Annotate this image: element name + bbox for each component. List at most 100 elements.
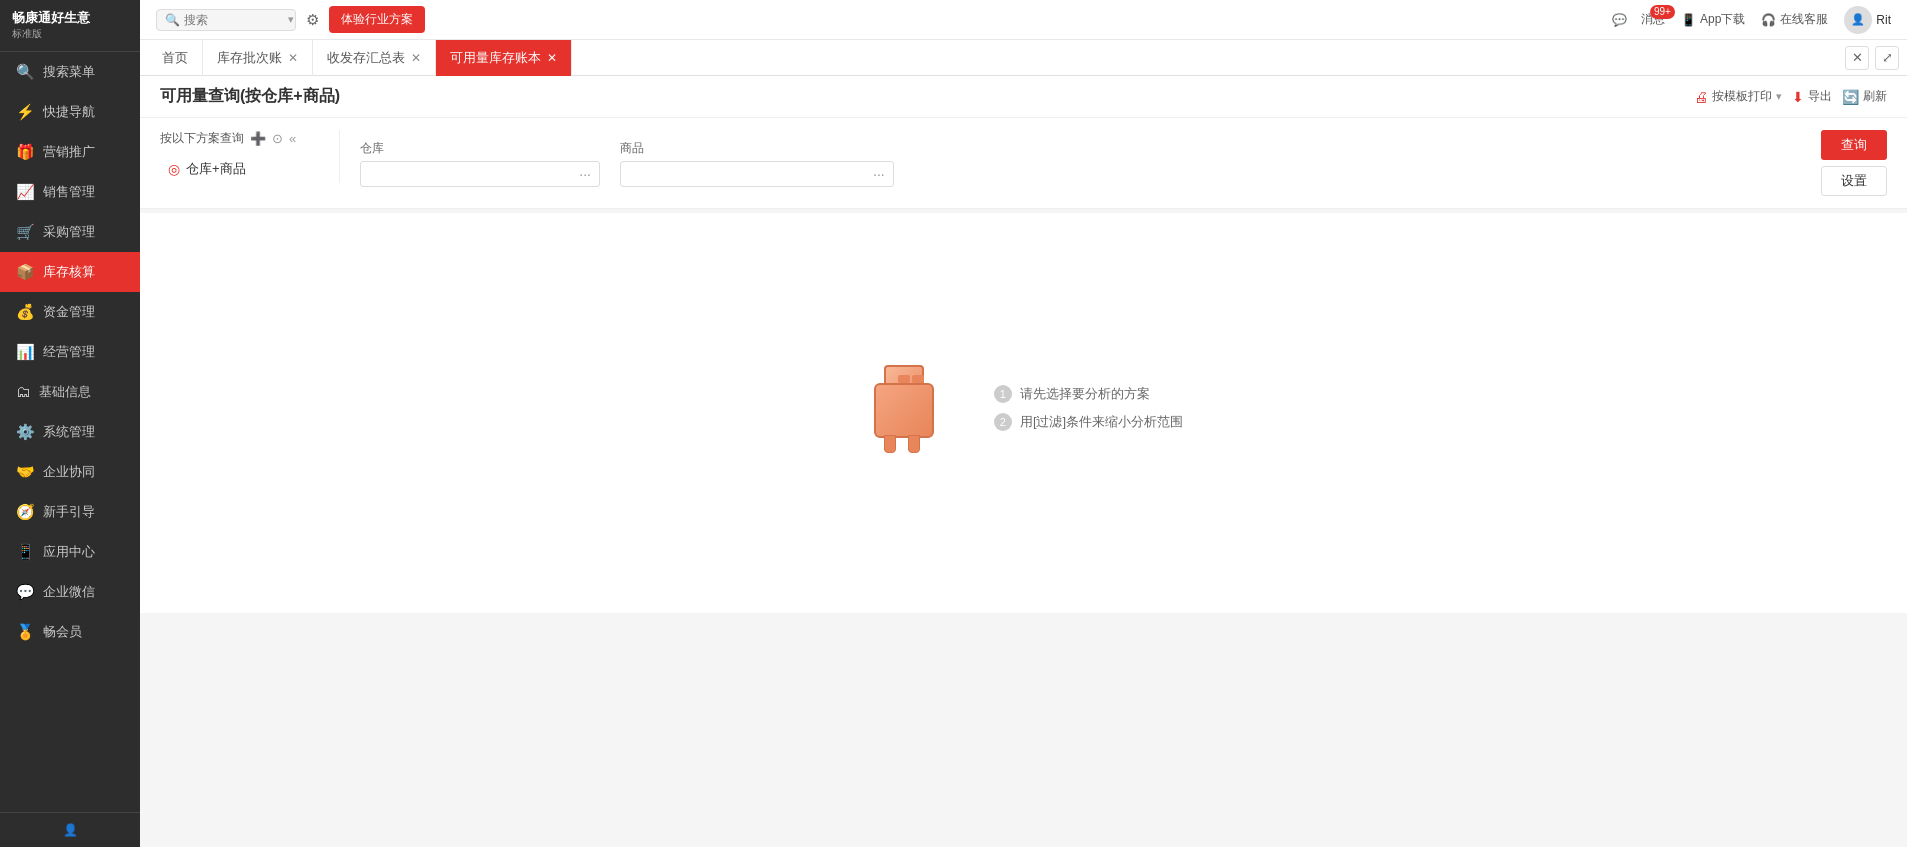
warehouse-filter-field: 仓库 ··· [360,140,600,187]
sidebar-item-marketing[interactable]: 🎁 营销推广 [0,132,140,172]
product-filter-field: 商品 ··· [620,140,894,187]
collapse-scheme-btn[interactable]: « [289,131,296,146]
app-name: 畅康通好生意 [12,10,128,27]
warehouse-label: 仓库 [360,140,600,157]
filter-action-btns: 查询 设置 [1821,130,1887,196]
sidebar-label-search: 搜索菜单 [43,63,95,81]
system-icon: ⚙️ [16,423,35,441]
sidebar-item-finance[interactable]: 💰 资金管理 [0,292,140,332]
tip-text-1: 请先选择要分析的方案 [1020,385,1150,403]
headset-icon: 🎧 [1761,13,1776,27]
sidebar-item-inventory[interactable]: 📦 库存核算 [0,252,140,292]
warehouse-input[interactable] [369,167,575,181]
sidebar-item-basic[interactable]: 🗂 基础信息 [0,372,140,412]
tab-available-qty-close[interactable]: ✕ [547,51,557,65]
page-header: 可用量查询(按仓库+商品) 🖨 按模板打印 ▾ ⬇ 导出 🔄 刷新 [140,76,1907,118]
tab-right-btns: ✕ ⤢ [1845,46,1899,70]
sidebar-label-finance: 资金管理 [43,303,95,321]
guide-icon: 🧭 [16,503,35,521]
robot-face [898,375,910,383]
sidebar-label-operation: 经营管理 [43,343,95,361]
dropdown-icon[interactable]: ▾ [288,13,294,26]
enterprise-icon: 🤝 [16,463,35,481]
robot-body [874,383,934,438]
sidebar-item-sales[interactable]: 📈 销售管理 [0,172,140,212]
app-download-label: App下载 [1700,11,1745,28]
tab-expand-btn[interactable]: ⤢ [1875,46,1899,70]
sidebar-item-search[interactable]: 🔍 搜索菜单 [0,52,140,92]
sidebar-label-inventory: 库存核算 [43,263,95,281]
sidebar-label-guide: 新手引导 [43,503,95,521]
sidebar-label-purchase: 采购管理 [43,223,95,241]
sidebar-nav: 🔍 搜索菜单 ⚡ 快捷导航 🎁 营销推广 📈 销售管理 🛒 采购管理 📦 库存核… [0,52,140,812]
sidebar-label-basic: 基础信息 [39,383,91,401]
sidebar-item-operation[interactable]: 📊 经营管理 [0,332,140,372]
product-input[interactable] [629,167,869,181]
sidebar-item-enterprise[interactable]: 🤝 企业协同 [0,452,140,492]
header-right: 💬 99+ 消息 📱 App下载 🎧 在线客服 👤 Rit [1612,6,1891,34]
finance-icon: 💰 [16,303,35,321]
tab-batch-account-close[interactable]: ✕ [288,51,298,65]
export-btn[interactable]: ⬇ 导出 [1792,88,1832,105]
empty-tip-1: 1 请先选择要分析的方案 [994,385,1183,403]
tab-close-window-btn[interactable]: ✕ [1845,46,1869,70]
sidebar-label-shortcut: 快捷导航 [43,103,95,121]
industry-btn[interactable]: 体验行业方案 [329,6,425,33]
sidebar-item-system[interactable]: ⚙️ 系统管理 [0,412,140,452]
sidebar-item-shortcut[interactable]: ⚡ 快捷导航 [0,92,140,132]
export-icon: ⬇ [1792,89,1804,105]
sidebar-label-enterprise: 企业协同 [43,463,95,481]
operation-icon: 📊 [16,343,35,361]
scheme-item-warehouse-product[interactable]: ◎ 仓库+商品 [160,155,323,183]
header-search-bar[interactable]: 🔍 ▾ [156,9,296,31]
print-btn[interactable]: 🖨 按模板打印 ▾ [1694,88,1782,105]
refresh-btn[interactable]: 🔄 刷新 [1842,88,1887,105]
print-dropdown-icon[interactable]: ▾ [1776,90,1782,103]
sidebar-item-appstore[interactable]: 📱 应用中心 [0,532,140,572]
product-input-box[interactable]: ··· [620,161,894,187]
sidebar-item-wechat[interactable]: 💬 企业微信 [0,572,140,612]
warehouse-input-box[interactable]: ··· [360,161,600,187]
refresh-label: 刷新 [1863,88,1887,105]
tip-text-2: 用[过滤]条件来缩小分析范围 [1020,413,1183,431]
export-label: 导出 [1808,88,1832,105]
sidebar-label-member: 畅会员 [43,623,82,641]
sidebar-bottom-icon: 👤 [63,823,78,837]
page-content: 可用量查询(按仓库+商品) 🖨 按模板打印 ▾ ⬇ 导出 🔄 刷新 [140,76,1907,847]
main-area: 🔍 ▾ ⚙ 体验行业方案 💬 99+ 消息 📱 App下载 🎧 在线客服 👤 [140,0,1907,847]
user-area[interactable]: 👤 Rit [1844,6,1891,34]
tab-receipt-summary-label: 收发存汇总表 [327,49,405,67]
page-header-actions: 🖨 按模板打印 ▾ ⬇ 导出 🔄 刷新 [1694,88,1887,105]
gear-icon[interactable]: ⚙ [306,11,319,29]
empty-state: 1 请先选择要分析的方案 2 用[过滤]条件来缩小分析范围 [140,213,1907,613]
sidebar-item-guide[interactable]: 🧭 新手引导 [0,492,140,532]
settings-btn[interactable]: 设置 [1821,166,1887,196]
query-btn[interactable]: 查询 [1821,130,1887,160]
sidebar: 畅康通好生意 标准版 🔍 搜索菜单 ⚡ 快捷导航 🎁 营销推广 📈 销售管理 🛒… [0,0,140,847]
add-scheme-btn[interactable]: ➕ [250,131,266,146]
tab-available-qty-label: 可用量库存账本 [450,49,541,67]
tab-receipt-summary[interactable]: 收发存汇总表 ✕ [313,40,436,76]
app-download-btn[interactable]: 📱 App下载 [1681,11,1745,28]
tip-num-1: 1 [994,385,1012,403]
tab-bar: 首页 库存批次账 ✕ 收发存汇总表 ✕ 可用量库存账本 ✕ ✕ ⤢ [140,40,1907,76]
empty-illustration [864,363,964,463]
product-more-btn[interactable]: ··· [873,166,885,182]
tab-available-qty[interactable]: 可用量库存账本 ✕ [436,40,572,76]
marketing-icon: 🎁 [16,143,35,161]
filter-scheme-panel: 按以下方案查询 ➕ ⊙ « ◎ 仓库+商品 [160,130,340,183]
top-header: 🔍 ▾ ⚙ 体验行业方案 💬 99+ 消息 📱 App下载 🎧 在线客服 👤 [140,0,1907,40]
tab-batch-account[interactable]: 库存批次账 ✕ [203,40,313,76]
sidebar-item-purchase[interactable]: 🛒 采购管理 [0,212,140,252]
online-support-btn[interactable]: 🎧 在线客服 [1761,11,1828,28]
tab-home[interactable]: 首页 [148,40,203,76]
filter-area: 按以下方案查询 ➕ ⊙ « ◎ 仓库+商品 仓库 ··· [140,118,1907,209]
warehouse-more-btn[interactable]: ··· [579,166,591,182]
avatar: 👤 [1844,6,1872,34]
empty-tips: 1 请先选择要分析的方案 2 用[过滤]条件来缩小分析范围 [994,385,1183,441]
messages-btn[interactable]: 💬 99+ 消息 [1612,11,1665,28]
tab-receipt-summary-close[interactable]: ✕ [411,51,421,65]
sidebar-item-member[interactable]: 🏅 畅会员 [0,612,140,652]
header-search-input[interactable] [184,13,284,27]
scheme-settings-btn[interactable]: ⊙ [272,131,283,146]
